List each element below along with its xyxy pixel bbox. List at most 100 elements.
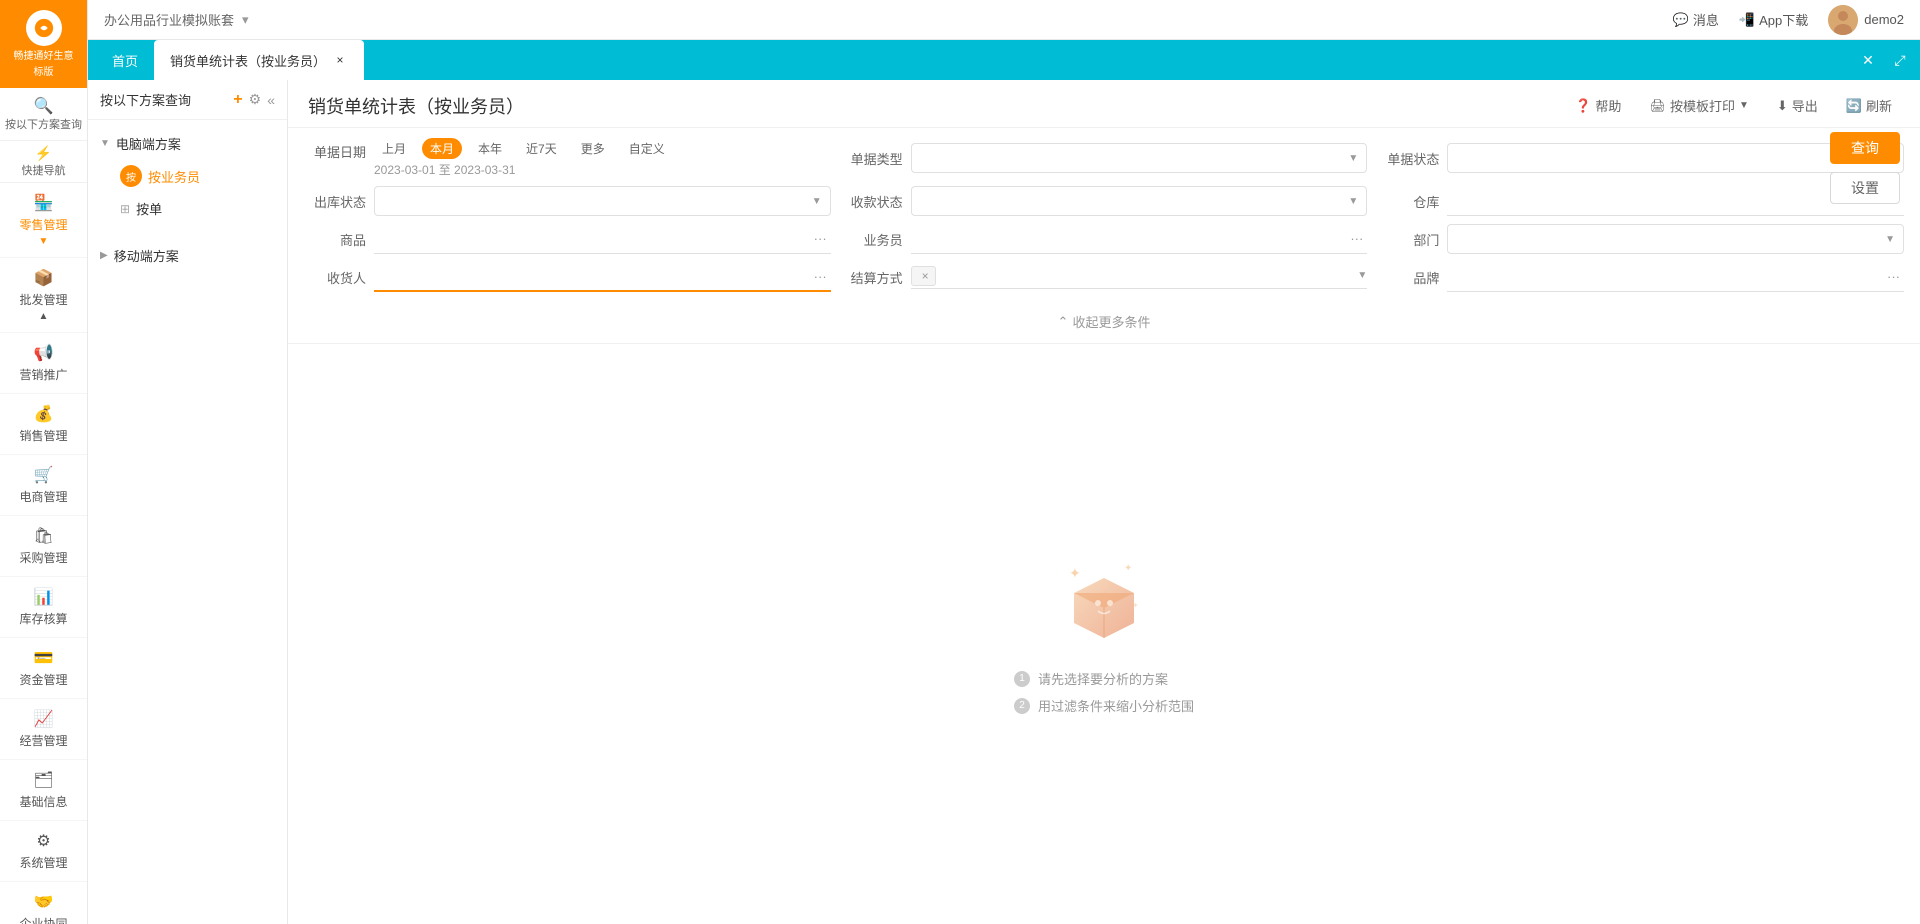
message-button[interactable]: 💬 消息 — [1673, 10, 1719, 29]
purchase-label: 采购管理 — [19, 549, 67, 566]
dept-label: 部门 — [1377, 230, 1447, 249]
query-button[interactable]: 查询 — [1830, 132, 1900, 164]
settings-scheme-button[interactable]: ⚙ — [249, 91, 262, 108]
quick-nav[interactable]: ⚡ 快捷导航 — [0, 141, 87, 183]
out-status-filter-cell: 出库状态 ▼ — [304, 186, 831, 216]
receive-status-filter-cell: 收款状态 ▼ — [841, 186, 1368, 216]
doc-type-select[interactable]: ▼ — [911, 143, 1368, 173]
payment-input-area[interactable]: × ▼ — [911, 266, 1368, 289]
print-button[interactable]: 🖨 按模板打印 ▼ — [1641, 92, 1756, 119]
scheme-by-staff[interactable]: 按 按业务员 — [88, 159, 287, 193]
out-status-select[interactable]: ▼ — [374, 186, 831, 216]
print-label: 按模板打印 — [1670, 96, 1735, 115]
user-area[interactable]: demo2 — [1828, 5, 1904, 35]
sidebar-item-inventory[interactable]: 📊 库存核算 — [0, 577, 87, 638]
sales-label: 销售管理 — [19, 427, 67, 444]
brand-input[interactable]: ··· — [1447, 262, 1904, 292]
finance-label: 资金管理 — [19, 671, 67, 688]
sidebar-item-ecommerce[interactable]: 🛒 电商管理 — [0, 455, 87, 516]
date-btn-last-month[interactable]: 上月 — [374, 138, 414, 159]
sidebar-search[interactable]: 🔍 按以下方案查询 — [0, 88, 87, 141]
date-filter-controls: 上月 本月 本年 近7天 更多 自定义 2023-03-01 至 2023-03… — [374, 138, 831, 178]
breadcrumb-arrow[interactable]: ▾ — [242, 12, 249, 28]
sidebar-item-sales[interactable]: 💰 销售管理 — [0, 394, 87, 455]
dept-input[interactable]: ▼ — [1447, 224, 1904, 254]
tip-text-2: 用过滤条件来缩小分析范围 — [1038, 696, 1194, 715]
receiver-input[interactable]: ··· — [374, 262, 831, 292]
sidebar-item-finance[interactable]: 💳 资金管理 — [0, 638, 87, 699]
goods-input[interactable]: ··· — [374, 224, 831, 254]
staff-input[interactable]: ··· — [911, 224, 1368, 254]
settings-button[interactable]: 设置 — [1830, 172, 1900, 204]
collapse-panel-button[interactable]: « — [267, 92, 275, 108]
scheme-pc-group: ▼ 电脑端方案 按 按业务员 ⊞ 按单 — [88, 120, 287, 232]
receiver-select[interactable]: ··· — [374, 262, 831, 292]
date-btn-this-year[interactable]: 本年 — [470, 138, 510, 159]
goods-select[interactable]: ··· — [374, 224, 831, 254]
scheme-mobile-header[interactable]: ▶ 移动端方案 — [88, 240, 287, 271]
operation-icon: 📈 — [34, 709, 54, 729]
tab-sales-stat[interactable]: 销货单统计表（按业务员） × — [154, 40, 364, 80]
dept-select[interactable]: ▼ — [1447, 224, 1904, 254]
help-icon: ❓ — [1575, 98, 1591, 114]
scheme-by-order[interactable]: ⊞ 按单 — [88, 193, 287, 224]
sidebar-item-marketing[interactable]: 📢 营销推广 — [0, 333, 87, 394]
add-scheme-button[interactable]: + — [233, 91, 242, 109]
app-sub: 标版 — [34, 63, 54, 78]
tab-bar: 首页 销货单统计表（按业务员） × ✕ ⤢ — [88, 40, 1920, 80]
tab-maximize-button[interactable]: ⤢ — [1888, 48, 1912, 72]
scheme-circle-icon: 按 — [120, 165, 142, 187]
page-header-actions: ❓ 帮助 🖨 按模板打印 ▼ ⬇ 导出 🔄 刷新 — [1567, 92, 1900, 119]
scheme-mobile-label: 移动端方案 — [114, 246, 179, 265]
payment-filter-cell: 结算方式 × ▼ — [841, 262, 1368, 292]
app-logo[interactable]: 畅捷通好生意 标版 — [0, 0, 88, 88]
avatar — [1828, 5, 1858, 35]
scheme-pc-header[interactable]: ▼ 电脑端方案 — [88, 128, 287, 159]
help-button[interactable]: ❓ 帮助 — [1567, 92, 1629, 119]
date-btn-this-month[interactable]: 本月 — [422, 138, 462, 159]
payment-label: 结算方式 — [841, 268, 911, 287]
sidebar-item-wholesale[interactable]: 📦 批发管理 ▲ — [0, 258, 87, 333]
date-btn-7days[interactable]: 近7天 — [518, 138, 565, 159]
doc-type-input[interactable]: ▼ — [911, 143, 1368, 173]
purchase-icon: 🛍 — [33, 526, 53, 546]
receiver-label: 收货人 — [304, 268, 374, 287]
export-button[interactable]: ⬇ 导出 — [1769, 92, 1826, 119]
receive-status-input[interactable]: ▼ — [911, 186, 1368, 216]
goods-ellipsis: ··· — [814, 231, 827, 246]
payment-arrow[interactable]: ▼ — [1357, 270, 1367, 281]
staff-select[interactable]: ··· — [911, 224, 1368, 254]
sidebar-item-purchase[interactable]: 🛍 采购管理 — [0, 516, 87, 577]
sidebar-item-cooperation[interactable]: 🤝 企业协同 — [0, 882, 87, 924]
out-status-input[interactable]: ▼ — [374, 186, 831, 216]
system-label: 系统管理 — [19, 854, 67, 871]
date-btn-more[interactable]: 更多 — [573, 138, 613, 159]
payment-tag-remove[interactable]: × — [922, 269, 929, 283]
basic-label: 基础信息 — [19, 793, 67, 810]
collapse-icon: ⌃ — [1058, 314, 1069, 330]
brand-select[interactable]: ··· — [1447, 262, 1904, 292]
date-btns-row: 上月 本月 本年 近7天 更多 自定义 — [374, 138, 831, 159]
right-content: 销货单统计表（按业务员） ❓ 帮助 🖨 按模板打印 ▼ ⬇ 导出 — [288, 80, 1920, 924]
date-btn-custom[interactable]: 自定义 — [621, 138, 673, 159]
receive-status-select[interactable]: ▼ — [911, 186, 1368, 216]
sidebar-item-system[interactable]: ⚙ 系统管理 — [0, 821, 87, 882]
refresh-button[interactable]: 🔄 刷新 — [1838, 92, 1900, 119]
tab-home-label: 首页 — [112, 51, 138, 70]
tab-close-button[interactable]: × — [332, 52, 348, 68]
page-content: 按以下方案查询 + ⚙ « ▼ 电脑端方案 按 按业务员 ⊞ 按 — [88, 80, 1920, 924]
sidebar-item-operation[interactable]: 📈 经营管理 — [0, 699, 87, 760]
refresh-label: 刷新 — [1866, 96, 1892, 115]
sidebar-item-retail[interactable]: 🏪 零售管理 ▼ — [0, 183, 87, 258]
tab-home[interactable]: 首页 — [96, 40, 154, 80]
page-title: 销货单统计表（按业务员） — [308, 93, 524, 119]
marketing-label: 营销推广 — [19, 366, 67, 383]
svg-text:✦: ✦ — [1069, 565, 1081, 581]
tab-close-all-button[interactable]: ✕ — [1856, 48, 1880, 72]
tab-sales-stat-label: 销货单统计表（按业务员） — [170, 51, 326, 70]
empty-tips: 1 请先选择要分析的方案 2 用过滤条件来缩小分析范围 — [1014, 669, 1194, 715]
collapse-filters-button[interactable]: ⌃ 收起更多条件 — [1042, 308, 1167, 335]
app-download-button[interactable]: 📲 App下载 — [1739, 10, 1808, 29]
filter-row-4: 收货人 ··· 结算方式 × ▼ — [288, 254, 1920, 292]
sidebar-item-basic[interactable]: 🗂 基础信息 — [0, 760, 87, 821]
